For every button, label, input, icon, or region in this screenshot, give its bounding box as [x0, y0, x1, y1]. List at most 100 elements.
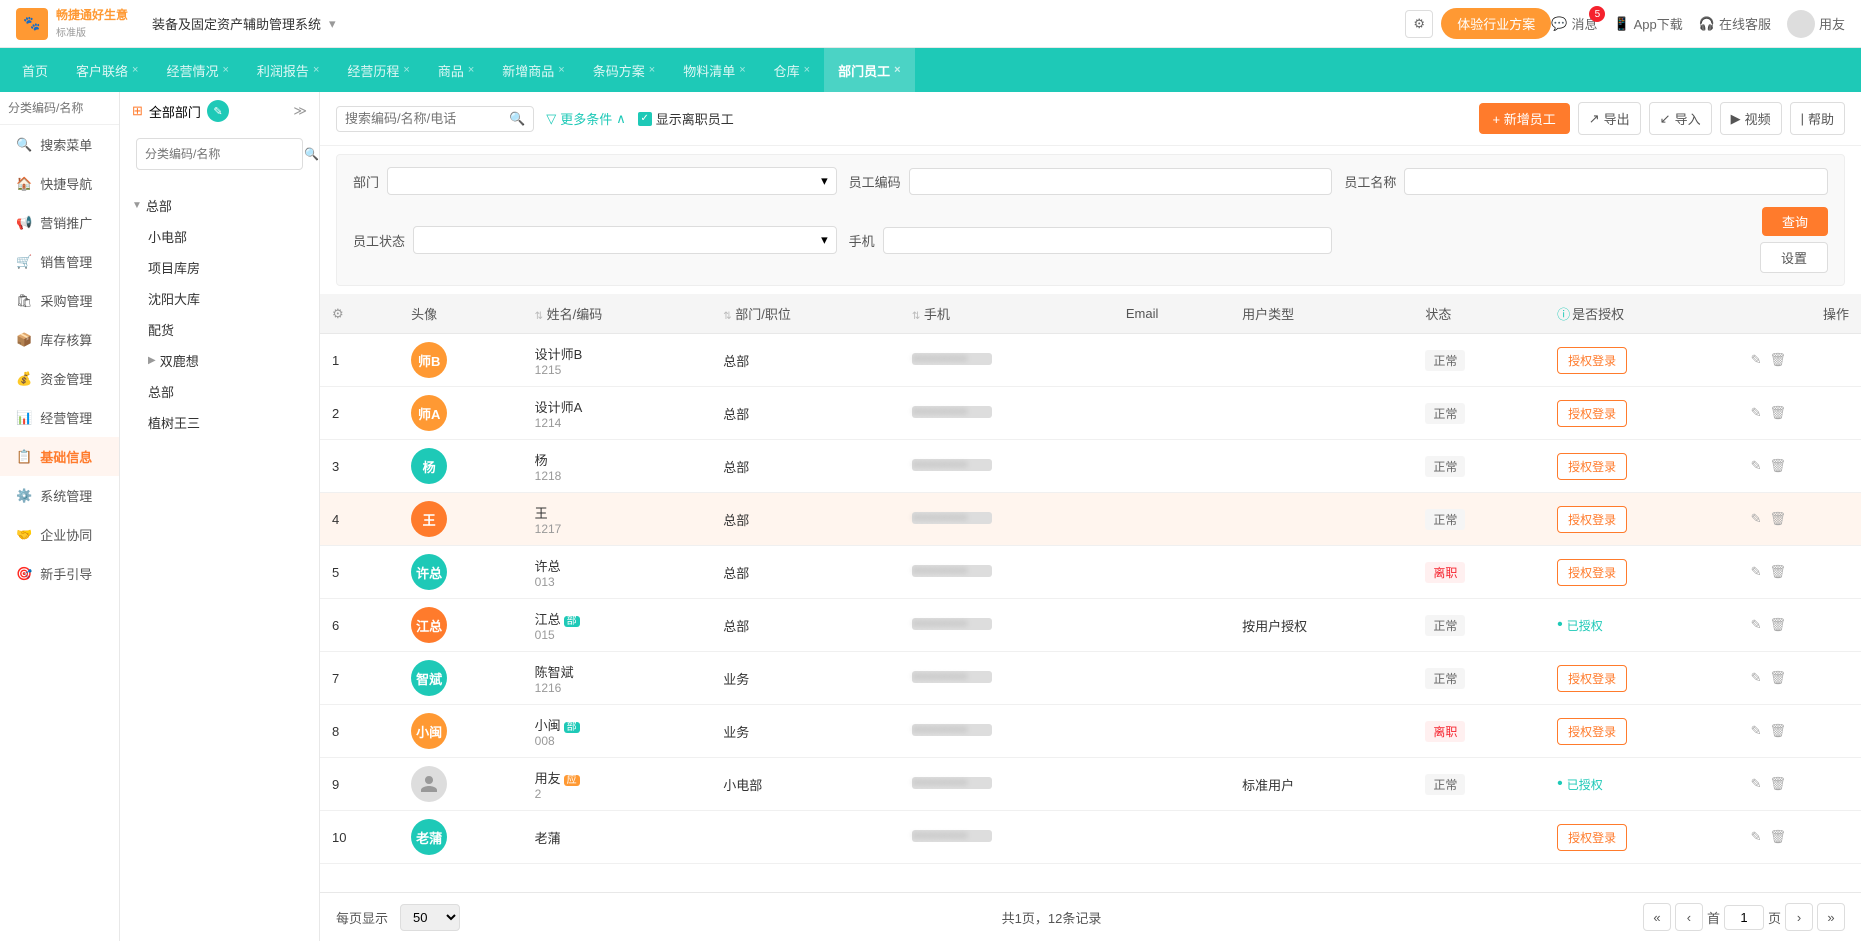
- view-button[interactable]: ▶ 视频: [1720, 102, 1782, 135]
- sidebar-item-search[interactable]: 🔍 搜索菜单: [0, 125, 119, 164]
- dept-item-zhishu[interactable]: 植树王三: [120, 407, 319, 438]
- tab-add-goods[interactable]: 新增商品 ×: [488, 48, 578, 92]
- authorize-button[interactable]: 授权登录: [1557, 665, 1627, 692]
- th-dept[interactable]: ⇅ 部门/职位: [711, 294, 900, 334]
- tab-warehouse[interactable]: 仓库 ×: [760, 48, 824, 92]
- close-icon[interactable]: ×: [739, 64, 745, 76]
- delete-icon[interactable]: 🗑: [1770, 723, 1787, 739]
- edit-icon[interactable]: ✎: [1751, 670, 1762, 686]
- page-size-select[interactable]: 50 100: [400, 904, 460, 931]
- page-number-input[interactable]: [1724, 905, 1764, 930]
- dept-item-delivery[interactable]: 配货: [120, 314, 319, 345]
- dept-search-input[interactable]: [145, 147, 300, 161]
- dept-item-hq[interactable]: 总部: [120, 376, 319, 407]
- dept-select[interactable]: ▾: [387, 167, 837, 195]
- search-input[interactable]: [345, 111, 505, 126]
- tab-barcode[interactable]: 条码方案 ×: [579, 48, 669, 92]
- edit-icon[interactable]: ✎: [1751, 564, 1762, 580]
- tab-dept-employee[interactable]: 部门员工 ×: [824, 48, 914, 92]
- authorize-button[interactable]: 授权登录: [1557, 506, 1627, 533]
- trial-button[interactable]: 体验行业方案: [1441, 8, 1551, 39]
- emp-code-input[interactable]: [909, 168, 1333, 195]
- th-phone[interactable]: ⇅ 手机: [900, 294, 1114, 334]
- delete-icon[interactable]: 🗑: [1770, 670, 1787, 686]
- edit-icon[interactable]: ✎: [1751, 458, 1762, 474]
- sidebar-item-system[interactable]: ⚙️ 系统管理: [0, 476, 119, 515]
- set-button[interactable]: 设置: [1760, 242, 1828, 273]
- last-page-button[interactable]: »: [1817, 903, 1845, 931]
- edit-icon[interactable]: ✎: [1751, 511, 1762, 527]
- close-icon[interactable]: ×: [403, 64, 409, 76]
- show-resigned-checkbox[interactable]: ✓ 显示离职员工: [638, 109, 734, 128]
- sidebar-item-ops[interactable]: 📊 经营管理: [0, 398, 119, 437]
- tab-profit[interactable]: 利润报告 ×: [243, 48, 333, 92]
- next-page-button[interactable]: ›: [1785, 903, 1813, 931]
- authorize-button[interactable]: 授权登录: [1557, 400, 1627, 427]
- sidebar-item-nav[interactable]: 🏠 快捷导航: [0, 164, 119, 203]
- close-icon[interactable]: ×: [894, 64, 900, 76]
- delete-icon[interactable]: 🗑: [1770, 564, 1787, 580]
- dept-item-shuanglu[interactable]: ▶ 双鹿想: [120, 345, 319, 376]
- add-employee-button[interactable]: + 新增员工: [1479, 103, 1570, 134]
- more-filter-button[interactable]: ▽ 更多条件 ∧: [546, 109, 626, 128]
- delete-icon[interactable]: 🗑: [1770, 352, 1787, 368]
- edit-icon[interactable]: ✎: [1751, 829, 1762, 845]
- dept-item-electronics[interactable]: 小电部: [120, 221, 319, 252]
- tab-history[interactable]: 经营历程 ×: [333, 48, 423, 92]
- close-icon[interactable]: ×: [649, 64, 655, 76]
- app-download-button[interactable]: 📱 App下载: [1613, 14, 1682, 33]
- edit-icon[interactable]: ✎: [1751, 776, 1762, 792]
- delete-icon[interactable]: 🗑: [1770, 405, 1787, 421]
- edit-icon[interactable]: ✎: [1751, 723, 1762, 739]
- sidebar-item-purchase[interactable]: 🛍 采购管理: [0, 281, 119, 320]
- delete-icon[interactable]: 🗑: [1770, 511, 1787, 527]
- tab-business[interactable]: 经营情况 ×: [152, 48, 242, 92]
- edit-icon[interactable]: ✎: [1751, 352, 1762, 368]
- close-icon[interactable]: ×: [468, 64, 474, 76]
- user-menu[interactable]: 用友: [1787, 10, 1845, 38]
- close-icon[interactable]: ×: [313, 64, 319, 76]
- authorize-button[interactable]: 授权登录: [1557, 347, 1627, 374]
- query-button[interactable]: 查询: [1762, 207, 1828, 236]
- th-name[interactable]: ⇅ 姓名/编码: [523, 294, 712, 334]
- edit-dept-button[interactable]: ✎: [207, 100, 229, 122]
- help-button[interactable]: | 帮助: [1790, 102, 1845, 135]
- export-button[interactable]: ↗ 导出: [1578, 102, 1641, 135]
- sidebar-item-sales[interactable]: 🛒 销售管理: [0, 242, 119, 281]
- dept-item-shenyang[interactable]: 沈阳大库: [120, 283, 319, 314]
- delete-icon[interactable]: 🗑: [1770, 776, 1787, 792]
- message-button[interactable]: 💬 消息 5: [1551, 14, 1597, 33]
- status-select[interactable]: ▾: [413, 226, 837, 254]
- tab-goods[interactable]: 商品 ×: [424, 48, 488, 92]
- phone-input[interactable]: [883, 227, 1333, 254]
- settings-button[interactable]: ⚙: [1405, 10, 1433, 38]
- authorize-button[interactable]: 授权登录: [1557, 718, 1627, 745]
- delete-icon[interactable]: 🗑: [1770, 829, 1787, 845]
- import-button[interactable]: ↙ 导入: [1649, 102, 1712, 135]
- authorize-button[interactable]: 授权登录: [1557, 824, 1627, 851]
- tab-home[interactable]: 首页: [8, 48, 62, 92]
- online-service-button[interactable]: 🎧 在线客服: [1699, 14, 1771, 33]
- sidebar-search-input[interactable]: [8, 101, 120, 115]
- dept-item-project[interactable]: 项目库房: [120, 252, 319, 283]
- delete-icon[interactable]: 🗑: [1770, 617, 1787, 633]
- sidebar-item-marketing[interactable]: 📢 营销推广: [0, 203, 119, 242]
- edit-icon[interactable]: ✎: [1751, 617, 1762, 633]
- sidebar-item-guide[interactable]: 🎯 新手引导: [0, 554, 119, 593]
- first-page-button[interactable]: «: [1643, 903, 1671, 931]
- dept-collapse-button[interactable]: ≫: [293, 103, 307, 119]
- dropdown-arrow-icon[interactable]: ▾: [329, 16, 336, 32]
- tab-customer[interactable]: 客户联络 ×: [62, 48, 152, 92]
- close-icon[interactable]: ×: [558, 64, 564, 76]
- tab-bom[interactable]: 物料清单 ×: [669, 48, 759, 92]
- close-icon[interactable]: ×: [222, 64, 228, 76]
- sidebar-item-collab[interactable]: 🤝 企业协同: [0, 515, 119, 554]
- authorize-button[interactable]: 授权登录: [1557, 559, 1627, 586]
- edit-icon[interactable]: ✎: [1751, 405, 1762, 421]
- dept-item-general[interactable]: ▼ 总部: [120, 190, 319, 221]
- close-icon[interactable]: ×: [804, 64, 810, 76]
- sidebar-item-basic[interactable]: 📋 基础信息: [0, 437, 119, 476]
- sidebar-item-finance[interactable]: 💰 资金管理: [0, 359, 119, 398]
- close-icon[interactable]: ×: [132, 64, 138, 76]
- emp-name-input[interactable]: [1404, 168, 1828, 195]
